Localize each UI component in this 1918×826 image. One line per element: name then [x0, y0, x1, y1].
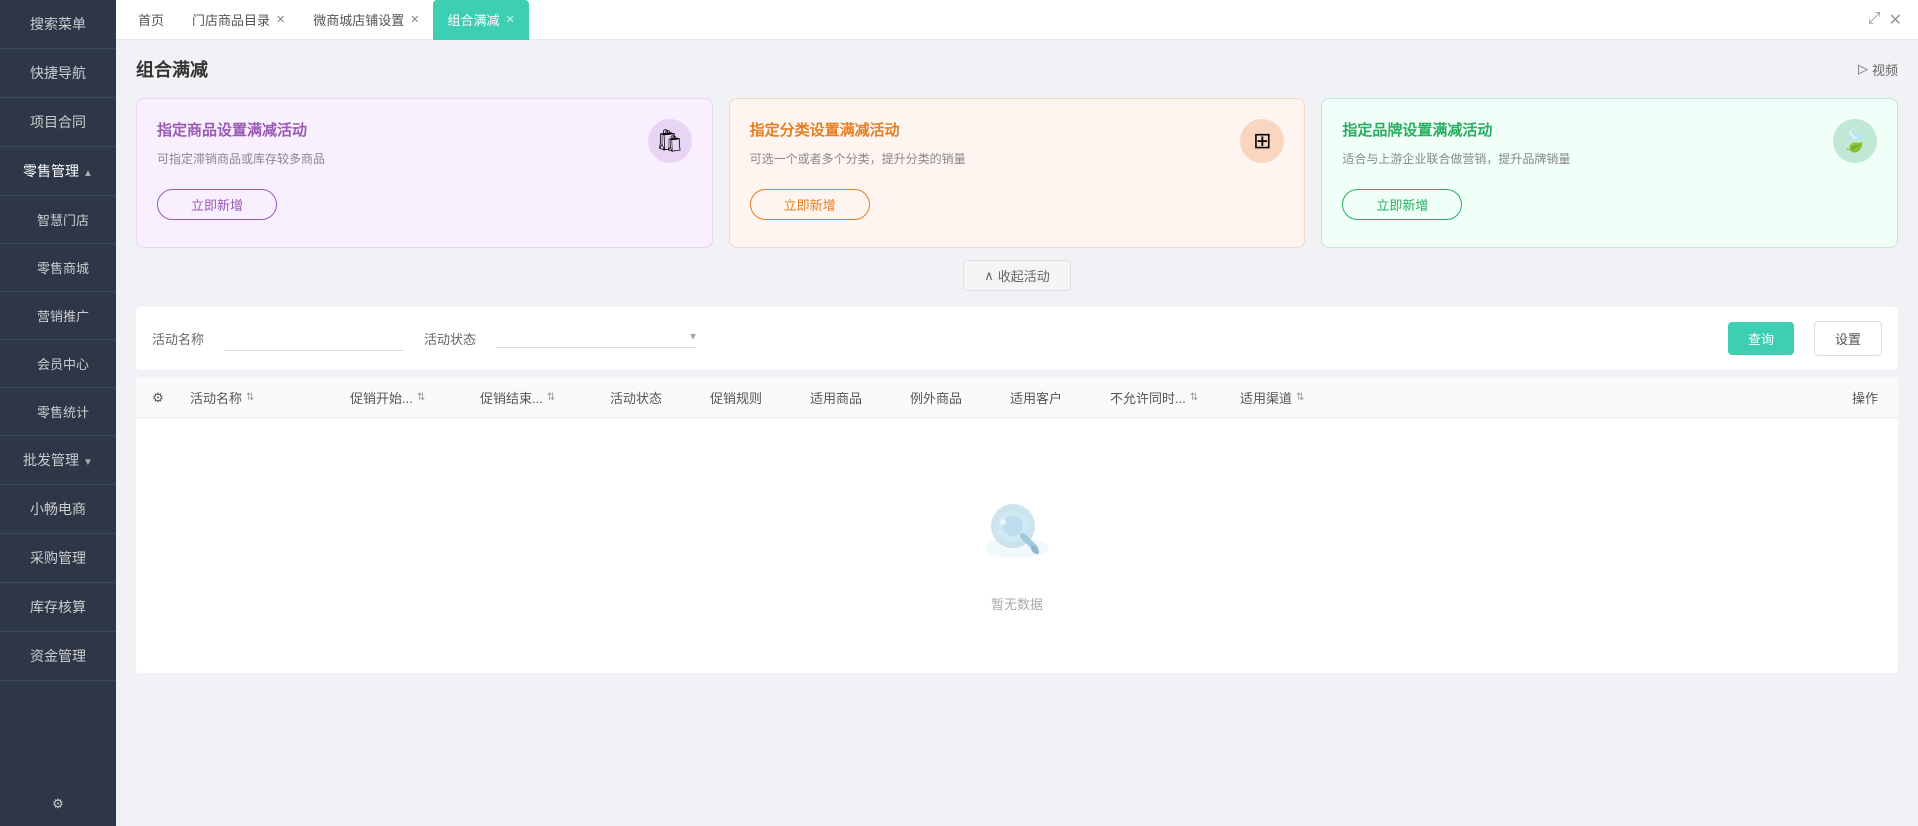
empty-text: 暂无数据: [991, 594, 1043, 613]
sort-icon-start: ⇅: [417, 392, 425, 403]
sidebar-item-project-contract[interactable]: 项目合同: [0, 98, 116, 147]
sidebar-item-retail-mgmt[interactable]: 零售管理: [0, 147, 116, 196]
sort-icon-notallow: ⇅: [1190, 392, 1198, 403]
window-controls: ⤢ ✕: [1860, 10, 1910, 30]
sidebar-search[interactable]: 搜索菜单: [0, 0, 116, 49]
chevron-down-icon: ▾: [690, 329, 696, 343]
category-card-btn[interactable]: 立即新增: [750, 189, 870, 220]
th-goods: 适用商品: [800, 388, 900, 407]
sidebar-settings[interactable]: ⚙: [0, 782, 116, 826]
product-card-btn[interactable]: 立即新增: [157, 189, 277, 220]
th-op: 操作: [1330, 388, 1898, 407]
th-gear[interactable]: ⚙: [136, 390, 180, 406]
sort-icon-name: ⇅: [246, 392, 254, 403]
sidebar: 搜索菜单 快捷导航 项目合同 零售管理 智慧门店 零售商城 营销推广 会员中心 …: [0, 0, 116, 826]
sidebar-item-wholesale-mgmt[interactable]: 批发管理: [0, 436, 116, 485]
brand-card-desc: 适合与上游企业联合做营销，提升品牌销量: [1342, 150, 1877, 169]
product-promo-card: 指定商品设置满减活动 🛍 可指定滞销商品或库存较多商品 立即新增: [136, 98, 713, 248]
chevron-up-icon: ∧: [984, 268, 994, 284]
video-link[interactable]: ▷ 视频: [1858, 60, 1898, 79]
sidebar-item-stock-calc[interactable]: 库存核算: [0, 583, 116, 632]
sidebar-item-fund-mgmt[interactable]: 资金管理: [0, 632, 116, 681]
table-header: ⚙ 活动名称 ⇅ 促销开始... ⇅ 促销结束... ⇅ 活动状态: [136, 378, 1898, 418]
gear-icon: ⚙: [152, 390, 164, 406]
close-btn[interactable]: ✕: [1889, 10, 1902, 30]
tab-bar: 首页 门店商品目录 ✕ 微商城店铺设置 ✕ 组合满减 ✕ ⤢ ✕: [116, 0, 1918, 40]
tab-home[interactable]: 首页: [124, 0, 178, 40]
brand-card-title: 指定品牌设置满减活动: [1342, 119, 1877, 140]
filter-row: 活动名称 活动状态 ▾ 查询 设置: [136, 307, 1898, 370]
activity-status-select[interactable]: ▾: [496, 329, 696, 348]
data-table: ⚙ 活动名称 ⇅ 促销开始... ⇅ 促销结束... ⇅ 活动状态: [136, 378, 1898, 673]
sort-icon-channel: ⇅: [1296, 392, 1304, 403]
product-card-desc: 可指定滞销商品或库存较多商品: [157, 150, 692, 169]
sidebar-item-quick-nav[interactable]: 快捷导航: [0, 49, 116, 98]
activity-name-input[interactable]: [224, 327, 404, 351]
sort-icon-end: ⇅: [547, 392, 555, 403]
play-icon: ▷: [1858, 61, 1868, 77]
th-rule: 促销规则: [700, 388, 800, 407]
maximize-btn[interactable]: ⤢: [1868, 10, 1881, 30]
sidebar-item-smart-store[interactable]: 智慧门店: [0, 196, 116, 244]
page-title: 组合满减: [136, 56, 208, 82]
sidebar-item-marketing[interactable]: 营销推广: [0, 292, 116, 340]
sidebar-item-retail-mall[interactable]: 零售商城: [0, 244, 116, 292]
query-button[interactable]: 查询: [1728, 322, 1794, 355]
page-header: 组合满减 ▷ 视频: [136, 56, 1898, 82]
tab-store-catalog[interactable]: 门店商品目录 ✕: [178, 0, 299, 40]
main-area: 首页 门店商品目录 ✕ 微商城店铺设置 ✕ 组合满减 ✕ ⤢ ✕ 组合满减 ▷ …: [116, 0, 1918, 826]
category-promo-card: 指定分类设置满减活动 ⊞ 可选一个或者多个分类，提升分类的销量 立即新增: [729, 98, 1306, 248]
th-except: 例外商品: [900, 388, 1000, 407]
collapse-bar: ∧ 收起活动: [136, 260, 1898, 291]
category-card-title: 指定分类设置满减活动: [750, 119, 1285, 140]
empty-state: 暂无数据: [136, 418, 1898, 673]
th-start[interactable]: 促销开始... ⇅: [340, 388, 470, 407]
th-end[interactable]: 促销结束... ⇅: [470, 388, 600, 407]
product-card-icon: 🛍: [648, 119, 692, 163]
th-name[interactable]: 活动名称 ⇅: [180, 388, 340, 407]
cards-area: 指定商品设置满减活动 🛍 可指定滞销商品或库存较多商品 立即新增 指定分类设置满…: [136, 98, 1898, 248]
tab-close-combo-discount[interactable]: ✕: [506, 13, 515, 26]
th-channel[interactable]: 适用渠道 ⇅: [1230, 388, 1330, 407]
brand-card-btn[interactable]: 立即新增: [1342, 189, 1462, 220]
sidebar-item-retail-stats[interactable]: 零售统计: [0, 388, 116, 436]
category-card-desc: 可选一个或者多个分类，提升分类的销量: [750, 150, 1285, 169]
brand-promo-card: 指定品牌设置满减活动 🍃 适合与上游企业联合做营销，提升品牌销量 立即新增: [1321, 98, 1898, 248]
th-customer: 适用客户: [1000, 388, 1100, 407]
sidebar-item-xiaochang[interactable]: 小畅电商: [0, 485, 116, 534]
sidebar-item-member-center[interactable]: 会员中心: [0, 340, 116, 388]
activity-name-label: 活动名称: [152, 329, 204, 348]
th-notallow[interactable]: 不允许同时... ⇅: [1100, 388, 1230, 407]
sidebar-item-purchase-mgmt[interactable]: 采购管理: [0, 534, 116, 583]
tab-close-wechat-store[interactable]: ✕: [410, 13, 419, 26]
activity-status-label: 活动状态: [424, 329, 476, 348]
empty-illustration: [967, 478, 1067, 578]
setting-button[interactable]: 设置: [1814, 321, 1882, 356]
tab-wechat-store[interactable]: 微商城店铺设置 ✕: [299, 0, 433, 40]
product-card-title: 指定商品设置满减活动: [157, 119, 692, 140]
tab-close-store-catalog[interactable]: ✕: [276, 13, 285, 26]
th-status: 活动状态: [600, 388, 700, 407]
brand-card-icon: 🍃: [1833, 119, 1877, 163]
page-content: 组合满减 ▷ 视频 指定商品设置满减活动 🛍 可指定滞销商品或库存较多商品 立即…: [116, 40, 1918, 826]
tab-combo-discount[interactable]: 组合满减 ✕: [433, 0, 528, 40]
collapse-btn[interactable]: ∧ 收起活动: [963, 260, 1071, 291]
